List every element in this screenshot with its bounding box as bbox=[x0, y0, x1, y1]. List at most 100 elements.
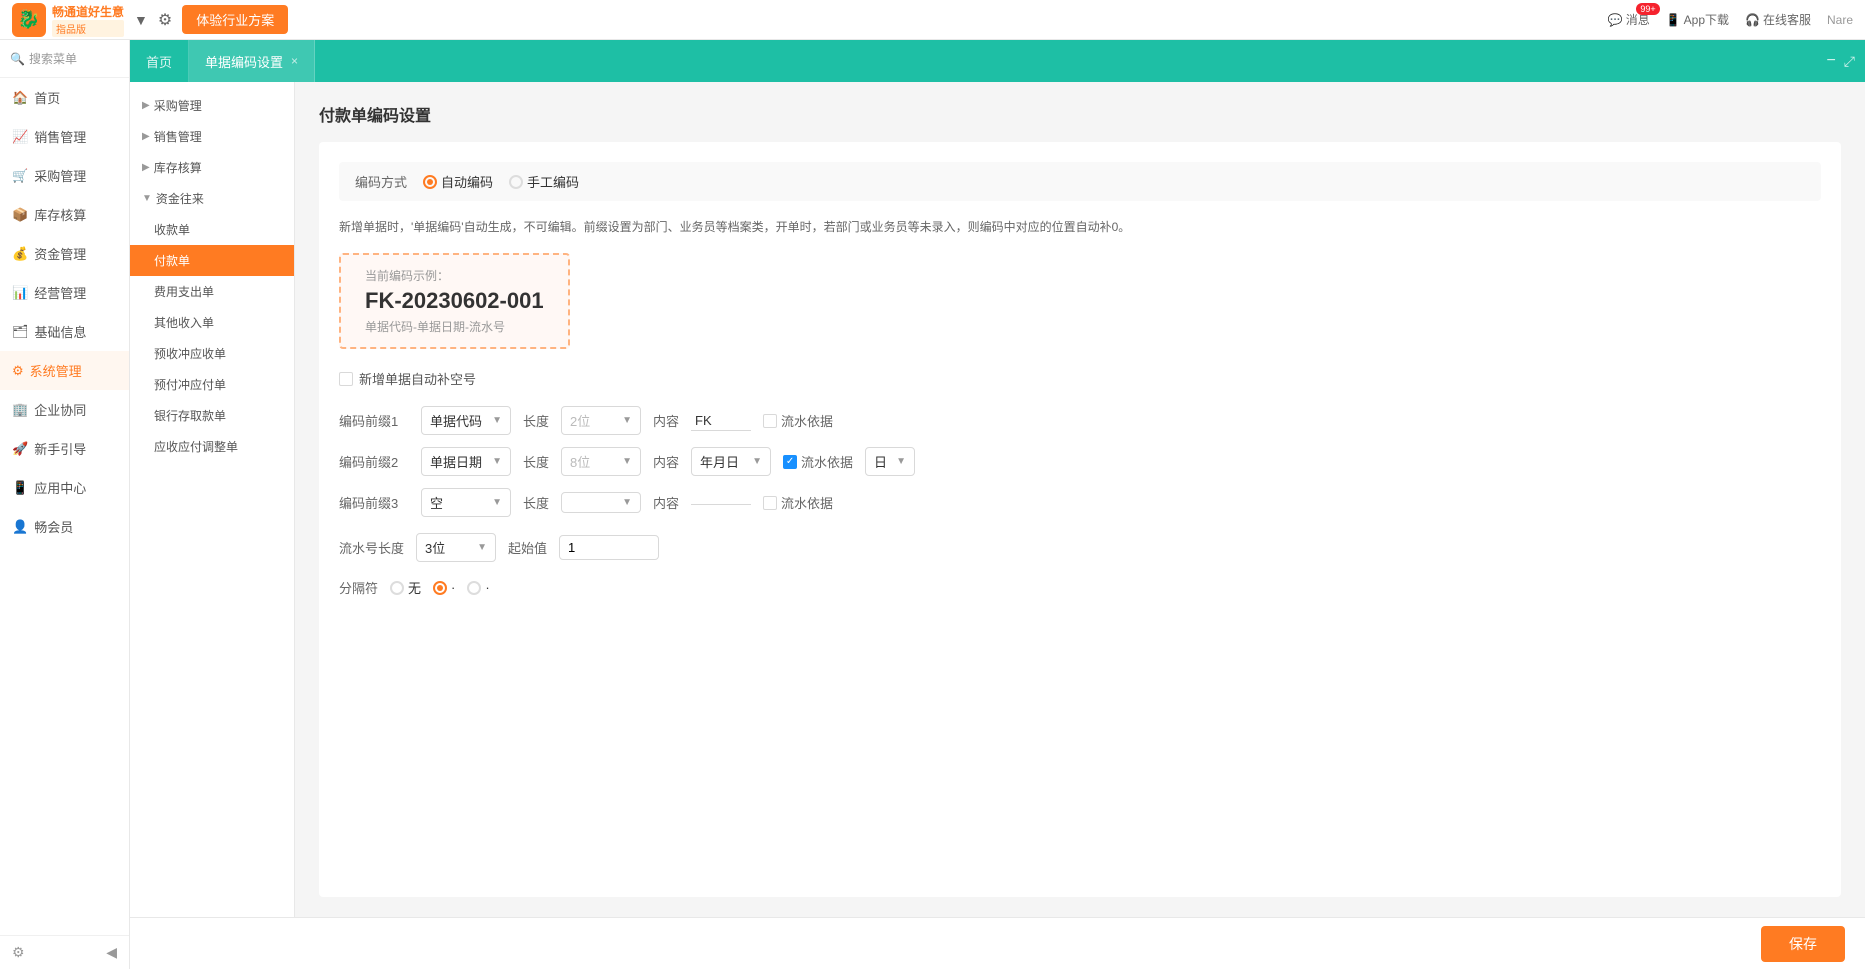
prefix3-select[interactable]: 空 ▼ bbox=[421, 488, 511, 517]
save-button[interactable]: 保存 bbox=[1761, 926, 1845, 962]
sidebar-item-guide[interactable]: 🚀新手引导 bbox=[0, 429, 129, 468]
sep-radio-dot[interactable]: · bbox=[433, 580, 455, 595]
left-nav-item-adjust[interactable]: 应收应付调整单 bbox=[130, 431, 294, 462]
topbar-dropdown[interactable]: ▼ bbox=[134, 12, 148, 28]
prefix2-select[interactable]: 单据日期 ▼ bbox=[421, 447, 511, 476]
app-download-button[interactable]: 📱 App下载 bbox=[1666, 11, 1729, 28]
prefix3-length-select[interactable]: ▼ bbox=[561, 492, 641, 513]
tab-expand-icon[interactable]: ⤢ bbox=[1844, 53, 1855, 70]
tab-bar: 首页 单据编码设置 × − ⤢ bbox=[130, 40, 1865, 82]
logo-text: 畅通道好生意 bbox=[52, 3, 124, 20]
prefix2-length-label: 长度 bbox=[523, 452, 549, 471]
prefix3-row: 编码前缀3 空 ▼ 长度 ▼ 内容 bbox=[339, 488, 1821, 517]
preview-format: 单据代码-单据日期-流水号 bbox=[365, 318, 544, 335]
left-nav-group-inventory-title[interactable]: ▶ 库存核算 bbox=[130, 152, 294, 183]
separator-row: 分隔符 无 · bbox=[339, 578, 1821, 597]
preview-box: 当前编码示例： FK-20230602-001 单据代码-单据日期-流水号 bbox=[339, 253, 570, 349]
prefix1-select[interactable]: 单据代码 ▼ bbox=[421, 406, 511, 435]
msg-button[interactable]: 💬 消息 99+ bbox=[1608, 11, 1650, 28]
left-nav-group-purchase-title[interactable]: ▶ 采购管理 bbox=[130, 90, 294, 121]
start-value-input[interactable] bbox=[559, 535, 659, 560]
sidebar: 🔍 搜索菜单 🏠首页 📈销售管理 🛒采购管理 📦库存核算 💰资金管理 bbox=[0, 40, 130, 969]
auto-code-label: 自动编码 bbox=[441, 172, 493, 191]
tab-home[interactable]: 首页 bbox=[130, 40, 189, 82]
prefix3-label: 编码前缀3 bbox=[339, 493, 409, 512]
serial-length-value: 3位 bbox=[425, 538, 445, 557]
sidebar-item-corp[interactable]: 🏢企业协同 bbox=[0, 390, 129, 429]
tab-close-icon[interactable]: × bbox=[291, 54, 298, 68]
prefix1-length-select[interactable]: 2位 ▼ bbox=[561, 406, 641, 435]
coding-method-label: 编码方式 bbox=[355, 172, 407, 191]
prefix3-length-label: 长度 bbox=[523, 493, 549, 512]
left-nav-item-other-income[interactable]: 其他收入单 bbox=[130, 307, 294, 338]
sidebar-item-home[interactable]: 🏠首页 bbox=[0, 78, 129, 117]
prefix2-unit-select[interactable]: 日 ▼ bbox=[865, 447, 915, 476]
sidebar-item-inventory[interactable]: 📦库存核算 bbox=[0, 195, 129, 234]
main-content: 付款单编码设置 编码方式 自动编码 bbox=[295, 82, 1865, 917]
prefix1-length-label: 长度 bbox=[523, 411, 549, 430]
prefix1-label: 编码前缀1 bbox=[339, 411, 409, 430]
prefix1-row: 编码前缀1 单据代码 ▼ 长度 2位 ▼ 内容 FK bbox=[339, 406, 1821, 435]
topbar: 🐉 畅通道好生意 指品版 ▼ ⚙ 体验行业方案 💬 消息 99+ 📱 App下载 bbox=[0, 0, 1865, 40]
prefix1-content-label: 内容 bbox=[653, 411, 679, 430]
sidebar-item-sales[interactable]: 📈销售管理 bbox=[0, 117, 129, 156]
radio-manual[interactable]: 手工编码 bbox=[509, 172, 579, 191]
tab-coding[interactable]: 单据编码设置 × bbox=[189, 40, 315, 82]
left-nav-item-advance-recv[interactable]: 预收冲应收单 bbox=[130, 338, 294, 369]
trial-button[interactable]: 体验行业方案 bbox=[182, 5, 288, 34]
left-nav-item-bank[interactable]: 银行存取款单 bbox=[130, 400, 294, 431]
prefix2-row: 编码前缀2 单据日期 ▼ 长度 8位 ▼ 内容 bbox=[339, 447, 1821, 476]
bottom-bar: 保存 bbox=[130, 917, 1865, 969]
settings-icon[interactable]: ⚙ bbox=[158, 10, 172, 30]
serial-length-select[interactable]: 3位 ▼ bbox=[416, 533, 496, 562]
serial-length-label: 流水号长度 bbox=[339, 538, 404, 557]
manual-code-label: 手工编码 bbox=[527, 172, 579, 191]
radio-auto[interactable]: 自动编码 bbox=[423, 172, 493, 191]
prefix3-stream-checkbox[interactable] bbox=[763, 496, 777, 510]
tab-minimize-icon[interactable]: − bbox=[1826, 52, 1835, 70]
sidebar-item-apps[interactable]: 📱应用中心 bbox=[0, 468, 129, 507]
start-value-label: 起始值 bbox=[508, 538, 547, 557]
sidebar-item-finance[interactable]: 💰资金管理 bbox=[0, 234, 129, 273]
prefix2-length-select[interactable]: 8位 ▼ bbox=[561, 447, 641, 476]
left-nav-group-inventory: ▶ 库存核算 bbox=[130, 152, 294, 183]
left-nav-item-advance-pay[interactable]: 预付冲应付单 bbox=[130, 369, 294, 400]
auto-fill-checkbox[interactable] bbox=[339, 372, 353, 386]
sidebar-item-purchase[interactable]: 🛒采购管理 bbox=[0, 156, 129, 195]
prefix2-stream-checkbox[interactable]: ✓ bbox=[783, 455, 797, 469]
sidebar-item-member[interactable]: 👤畅会员 bbox=[0, 507, 129, 546]
left-nav-item-payment[interactable]: 付款单 bbox=[130, 245, 294, 276]
prefix3-content-value bbox=[691, 500, 751, 505]
prefix3-stream-check: 流水依据 bbox=[763, 493, 833, 512]
left-nav-item-expense[interactable]: 费用支出单 bbox=[130, 276, 294, 307]
left-nav-group-capital-title[interactable]: ▼ 资金往来 bbox=[130, 183, 294, 214]
left-nav-item-receipt[interactable]: 收款单 bbox=[130, 214, 294, 245]
sidebar-item-operations[interactable]: 📊经营管理 bbox=[0, 273, 129, 312]
service-button[interactable]: 🎧 在线客服 bbox=[1745, 11, 1811, 28]
left-nav: ▶ 采购管理 ▶ 销售管理 ▶ 库存核算 bbox=[130, 82, 295, 917]
separator-label: 分隔符 bbox=[339, 578, 378, 597]
sidebar-search[interactable]: 🔍 搜索菜单 bbox=[0, 40, 129, 78]
sep-radio-none[interactable]: 无 bbox=[390, 578, 421, 597]
prefix2-content-label: 内容 bbox=[653, 452, 679, 471]
logo: 🐉 畅通道好生意 指品版 bbox=[12, 3, 124, 37]
sidebar-settings-icon[interactable]: ⚙ bbox=[12, 944, 25, 961]
auto-fill-label: 新增单据自动补空号 bbox=[359, 369, 476, 388]
app-label: App下载 bbox=[1684, 11, 1729, 28]
prefix3-content-label: 内容 bbox=[653, 493, 679, 512]
service-label: 在线客服 bbox=[1763, 11, 1811, 28]
sep-radio-dash[interactable]: · bbox=[467, 580, 489, 595]
sidebar-item-system[interactable]: ⚙系统管理 bbox=[0, 351, 129, 390]
logo-badge: 指品版 bbox=[52, 20, 124, 37]
left-nav-group-purchase: ▶ 采购管理 bbox=[130, 90, 294, 121]
preview-code: FK-20230602-001 bbox=[365, 288, 544, 314]
prefix1-stream-checkbox[interactable] bbox=[763, 414, 777, 428]
sidebar-item-basic[interactable]: 🗂基础信息 bbox=[0, 312, 129, 351]
preview-label: 当前编码示例： bbox=[365, 267, 544, 284]
user-name[interactable]: Nare bbox=[1827, 13, 1853, 27]
prefix2-content-select[interactable]: 年月日 ▼ bbox=[691, 447, 771, 476]
left-nav-group-sales-title[interactable]: ▶ 销售管理 bbox=[130, 121, 294, 152]
sidebar-collapse-icon[interactable]: ◀ bbox=[106, 944, 117, 961]
prefix2-stream-check: ✓ 流水依据 bbox=[783, 452, 853, 471]
prefix1-content-value: FK bbox=[691, 411, 751, 431]
